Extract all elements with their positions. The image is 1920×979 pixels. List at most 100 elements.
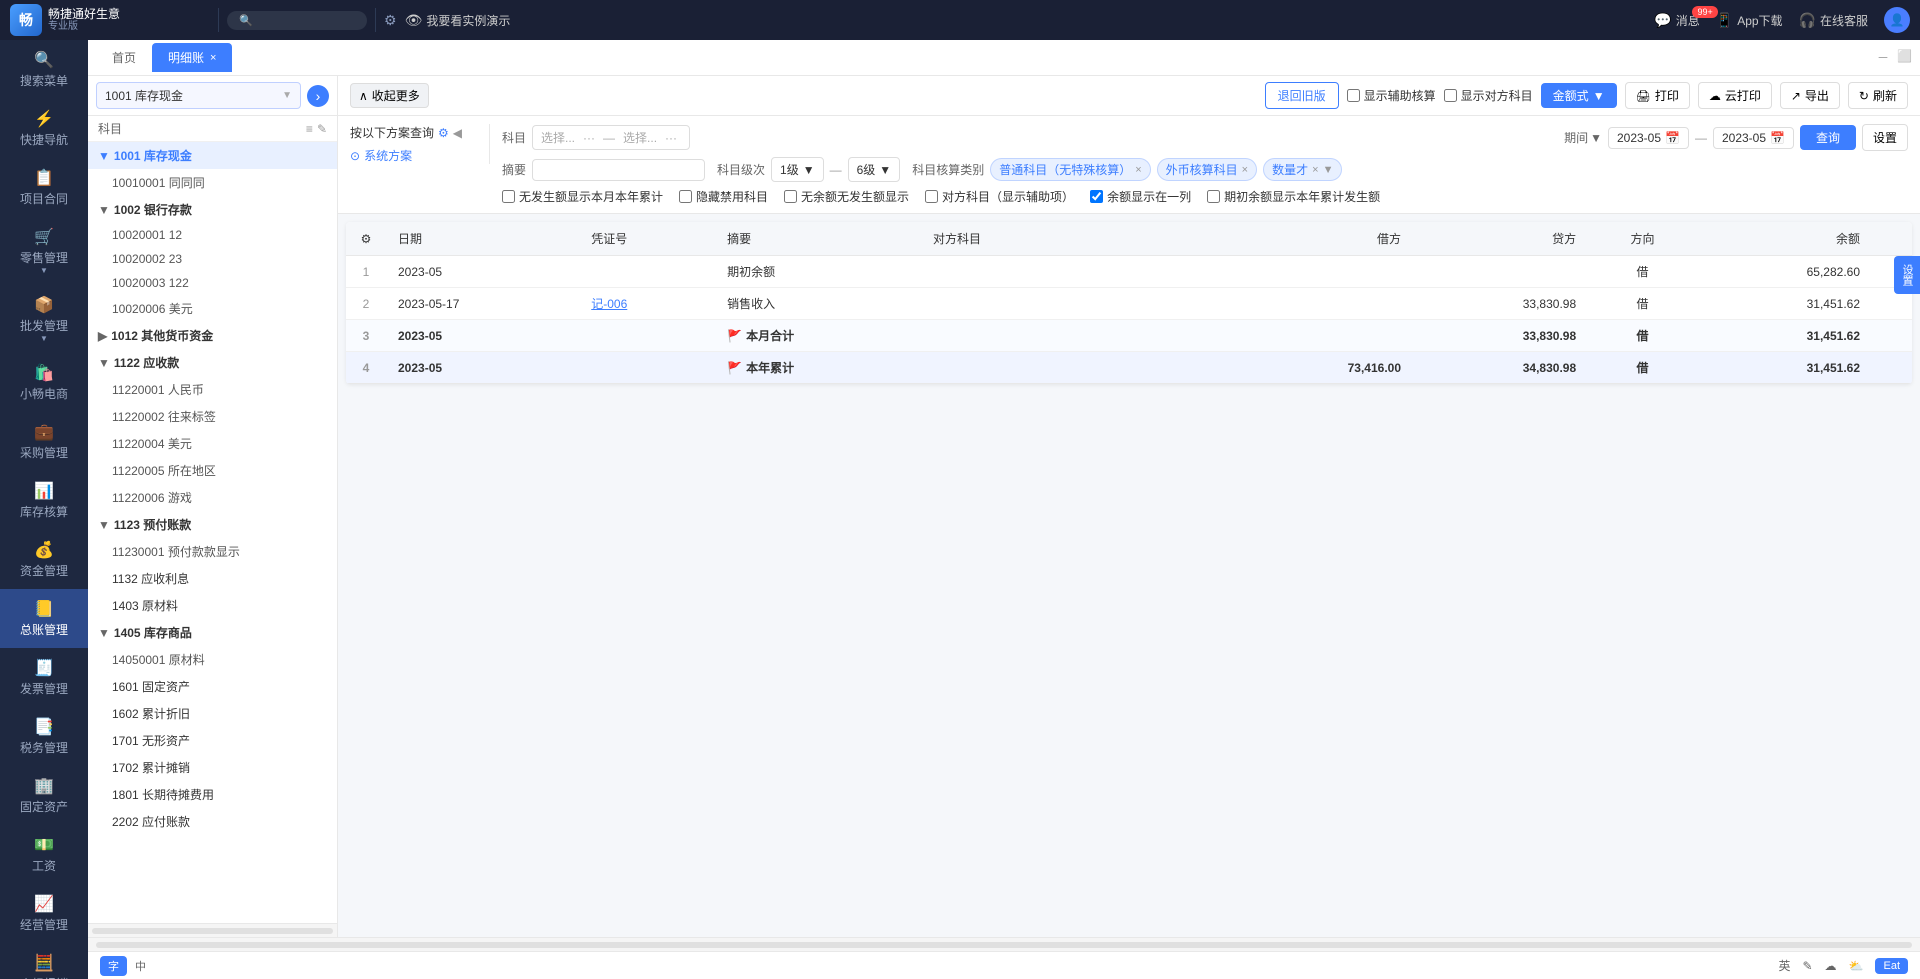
sidebar-item-quick-nav[interactable]: ⚡ 快捷导航 <box>0 99 88 158</box>
sidebar-item-tax[interactable]: 📑 税务管理 <box>0 707 88 766</box>
edit-icon[interactable]: ✎ <box>1802 959 1812 973</box>
account-selector[interactable]: 1001 库存现金 ▼ <box>96 82 301 109</box>
app-download-btn[interactable]: 📱 App下载 <box>1716 12 1783 29</box>
tree-item-1701[interactable]: 1701 无形资产 <box>88 727 337 754</box>
tag-close-1[interactable]: × <box>1242 164 1248 176</box>
tree-item-1801[interactable]: 1801 长期待摊费用 <box>88 781 337 808</box>
system-plan-btn[interactable]: ⊙ 系统方案 <box>350 147 477 164</box>
tree-item-1403[interactable]: 1403 原材料 <box>88 592 337 619</box>
expand-btn[interactable]: ∧ 收起更多 <box>350 83 429 108</box>
collapse-icon[interactable]: ◀ <box>453 126 462 140</box>
back-to-old-btn[interactable]: 退回旧版 <box>1265 82 1339 109</box>
sidebar-item-invoice[interactable]: 🧾 发票管理 <box>0 648 88 707</box>
checkbox-balance-one-col[interactable]: 余额显示在一列 <box>1090 188 1191 205</box>
tree-item-1132[interactable]: 1132 应收利息 <box>88 565 337 592</box>
lang-cn-label[interactable]: 中 <box>135 958 146 974</box>
show-aux-calc-checkbox[interactable]: 显示辅助核算 <box>1347 87 1436 104</box>
sidebar-item-ledger[interactable]: 📒 总账管理 <box>0 589 88 648</box>
demo-btn[interactable]: 👁 我要看实例演示 <box>405 12 511 29</box>
summary-input[interactable] <box>532 159 705 181</box>
currency-btn[interactable]: 金额式 ▼ <box>1541 83 1617 108</box>
tree-item-1405[interactable]: ▼ 1405 库存商品 <box>88 619 337 646</box>
sidebar-item-retail[interactable]: 🛒 零售管理 ▼ <box>0 217 88 285</box>
sidebar-item-operations[interactable]: 📈 经营管理 <box>0 884 88 943</box>
lang-en-btn[interactable]: 英 <box>1778 957 1790 974</box>
tree-item-11220006[interactable]: 11220006 游戏 <box>88 484 337 511</box>
checkbox-no-balance[interactable]: 无发生额显示本月本年累计 <box>502 188 663 205</box>
sidebar-item-search[interactable]: 🔍 搜索菜单 <box>0 40 88 99</box>
checkbox-no-zero[interactable]: 无余额无发生额显示 <box>784 188 909 205</box>
tab-home[interactable]: 首页 <box>96 43 152 72</box>
tree-item-10010001[interactable]: 10010001 同同同 <box>88 169 337 196</box>
row-voucher-2[interactable]: 记-006 <box>579 288 715 320</box>
tag-close-0[interactable]: × <box>1135 164 1141 176</box>
status-btn-main[interactable]: 字 <box>100 956 127 976</box>
export-btn[interactable]: ↗ 导出 <box>1780 82 1840 109</box>
tree-item-11220004[interactable]: 11220004 美元 <box>88 430 337 457</box>
tree-item-11220005[interactable]: 11220005 所在地区 <box>88 457 337 484</box>
subject-level-from[interactable]: 1级 ▼ <box>771 157 824 182</box>
tree-item-10020003[interactable]: 10020003 122 <box>88 271 337 295</box>
tree-item-1601[interactable]: 1601 固定资产 <box>88 673 337 700</box>
tree-item-11220002[interactable]: 11220002 往来标签 <box>88 403 337 430</box>
tree-filter-icon[interactable]: ✎ <box>317 122 327 136</box>
query-btn[interactable]: 查询 <box>1800 125 1856 150</box>
sidebar-item-fixed-assets[interactable]: 🏢 固定资产 <box>0 766 88 825</box>
tag-close-2[interactable]: × <box>1312 164 1318 176</box>
tree-item-1122[interactable]: ▼ 1122 应收款 <box>88 349 337 376</box>
tree-item-11220001[interactable]: 11220001 人民币 <box>88 376 337 403</box>
online-service-btn[interactable]: 🎧 在线客服 <box>1799 12 1868 29</box>
user-avatar[interactable]: 👤 <box>1884 7 1910 33</box>
tree-item-1123[interactable]: ▼ 1123 预付账款 <box>88 511 337 538</box>
horizontal-scrollbar[interactable] <box>92 928 333 934</box>
checkbox-opening-balance[interactable]: 期初余额显示本年累计发生额 <box>1207 188 1380 205</box>
sidebar-item-salary[interactable]: 💵 工资 <box>0 825 88 884</box>
period-type-label[interactable]: 期间 ▼ <box>1564 129 1602 146</box>
subject-level-to[interactable]: 6级 ▼ <box>848 157 901 182</box>
refresh-btn[interactable]: ↻ 刷新 <box>1848 82 1908 109</box>
tree-item-1702[interactable]: 1702 累计摊销 <box>88 754 337 781</box>
main-horizontal-scrollbar[interactable] <box>96 942 1912 948</box>
sidebar-item-capital[interactable]: 💰 资金管理 <box>0 530 88 589</box>
period-from-input[interactable]: 2023-05 📅 <box>1608 127 1689 149</box>
tab-detail[interactable]: 明细账 × <box>152 43 232 72</box>
settings-side-tab[interactable]: 设置 <box>1894 256 1920 294</box>
tree-item-1001[interactable]: ▼ 1001 库存现金 <box>88 142 337 169</box>
sidebar-item-wholesale[interactable]: 📦 批发管理 ▼ <box>0 285 88 353</box>
app-edition: 专业版 <box>48 21 120 33</box>
tree-item-2202[interactable]: 2202 应付账款 <box>88 808 337 835</box>
subject-input[interactable]: 选择... ··· — 选择... ··· <box>532 125 690 150</box>
col-settings[interactable]: ⚙ <box>346 222 386 256</box>
tree-item-11230001[interactable]: 11230001 预付款款显示 <box>88 538 337 565</box>
print-btn[interactable]: 🖨 打印 <box>1625 82 1690 109</box>
tree-item-1012[interactable]: ▶ 1012 其他货币资金 <box>88 322 337 349</box>
right-panel-btn[interactable]: Eat <box>1875 958 1908 974</box>
settings-icon[interactable]: ⚙ <box>384 12 397 29</box>
cloud-print-btn[interactable]: ☁ 云打印 <box>1698 82 1772 109</box>
checkbox-hide-disabled[interactable]: 隐藏禁用科目 <box>679 188 768 205</box>
tree-item-10020002[interactable]: 10020002 23 <box>88 247 337 271</box>
sidebar-item-purchase[interactable]: 💼 采购管理 <box>0 412 88 471</box>
show-contra-checkbox[interactable]: 显示对方科目 <box>1444 87 1533 104</box>
tree-item-1002[interactable]: ▼ 1002 银行存款 <box>88 196 337 223</box>
dropdown-icon[interactable]: ▼ <box>1323 164 1334 176</box>
tab-close-icon[interactable]: × <box>210 52 216 64</box>
tree-collapse-icon[interactable]: ≡ <box>306 122 313 136</box>
tree-item-1602[interactable]: 1602 累计折旧 <box>88 700 337 727</box>
period-to-input[interactable]: 2023-05 📅 <box>1713 127 1794 149</box>
sidebar-item-sales-report[interactable]: 🧮 小畅报销 <box>0 943 88 979</box>
tree-item-14050001[interactable]: 14050001 原材料 <box>88 646 337 673</box>
window-minimize-icon[interactable]: － <box>1877 49 1889 66</box>
window-maximize-icon[interactable]: ⬜ <box>1897 49 1912 66</box>
tree-item-10020001[interactable]: 10020001 12 <box>88 223 337 247</box>
tree-item-10020006[interactable]: 10020006 美元 <box>88 295 337 322</box>
sidebar-item-ecommerce[interactable]: 🛍️ 小畅电商 <box>0 353 88 412</box>
ecommerce-icon: 🛍️ <box>4 363 84 383</box>
sidebar-item-inventory[interactable]: 📊 库存核算 <box>0 471 88 530</box>
message-btn[interactable]: 💬 消息 99+ <box>1654 12 1699 29</box>
filter-settings-icon[interactable]: ⚙ <box>438 126 449 140</box>
sidebar-item-project[interactable]: 📋 项目合同 <box>0 158 88 217</box>
nav-forward-btn[interactable]: › <box>307 85 329 107</box>
setting-btn[interactable]: 设置 <box>1862 124 1908 151</box>
checkbox-contra[interactable]: 对方科目（显示辅助项） <box>925 188 1074 205</box>
